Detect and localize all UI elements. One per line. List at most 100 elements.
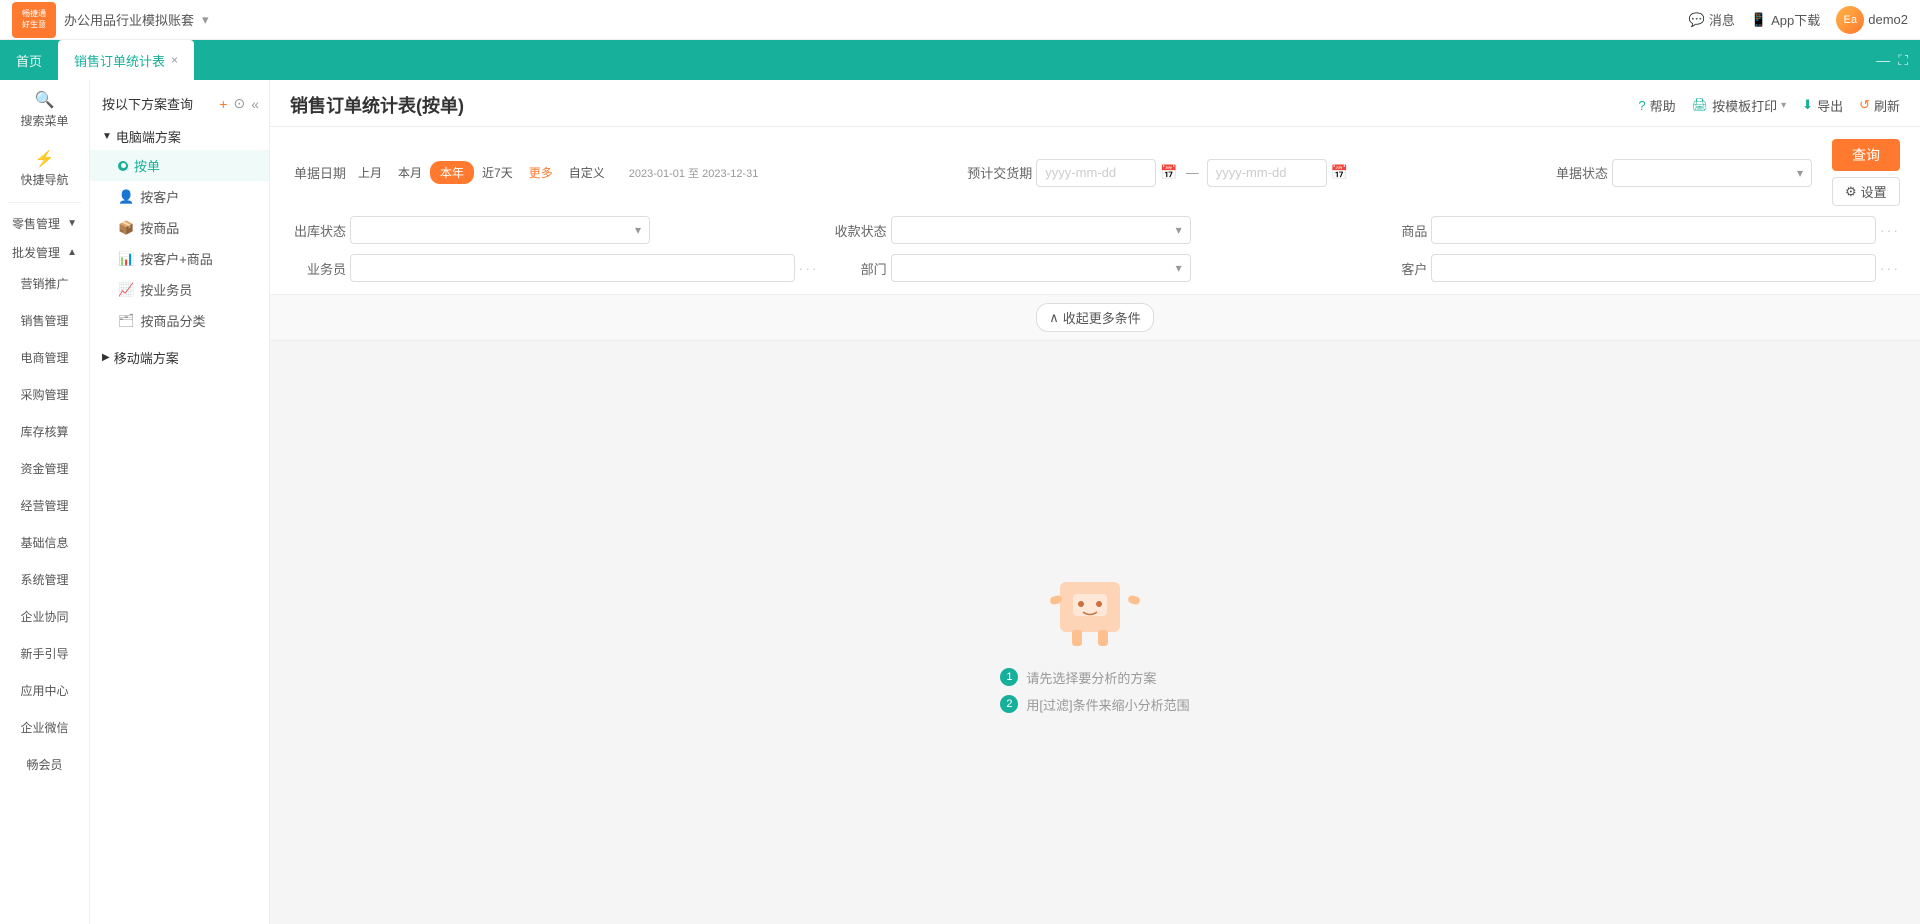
export-btn[interactable]: ⬇ 导出 [1802, 96, 1843, 115]
quick-nav-icon: ⚡ [35, 149, 55, 169]
scheme-category-mobile-title[interactable]: ▶ 移动端方案 [90, 344, 269, 371]
sidebar-wholesale-arrow: ▲ [67, 247, 77, 258]
payment-select[interactable]: ▾ [891, 216, 1191, 244]
scheme-item-label: 按商品分类 [141, 311, 206, 330]
hint-num-1: 1 [1000, 668, 1018, 686]
scheme-item-by-customer[interactable]: 👤 按客户 [90, 181, 269, 212]
tab-close-icon[interactable]: × [171, 53, 178, 67]
sidebar-enterprise-label: 企业协同 [20, 608, 68, 625]
sidebar-item-marketing[interactable]: 营销推广 [4, 267, 85, 300]
scheme-add-icon[interactable]: + [219, 96, 227, 112]
active-dot [118, 161, 128, 171]
user-profile[interactable]: Ea demo2 [1836, 6, 1908, 34]
topbar-right: 💬 消息 📱 App下载 Ea demo2 [1689, 6, 1908, 34]
maximize-icon[interactable]: ⛶ [1898, 52, 1908, 69]
status-select[interactable]: ▾ [1612, 159, 1812, 187]
goods-input[interactable] [1431, 216, 1876, 244]
refresh-btn[interactable]: ↺ 刷新 [1859, 96, 1900, 115]
goods-more-icon[interactable]: ··· [1880, 222, 1900, 238]
filter-shipment-col: 出库状态 ▾ [290, 216, 819, 244]
collapse-bar: ∧ 收起更多条件 [270, 295, 1920, 341]
customer-more-icon[interactable]: ··· [1880, 260, 1900, 276]
date-last-month[interactable]: 上月 [350, 161, 390, 184]
calendar-icon-2[interactable]: 📅 [1331, 164, 1348, 181]
sidebar-newbie-label: 新手引导 [20, 645, 68, 662]
date-7days[interactable]: 近7天 [474, 161, 521, 184]
scheme-item-by-category[interactable]: 🗂 按商品分类 [90, 305, 269, 336]
tab-home[interactable]: 首页 [0, 40, 58, 80]
sidebar-item-system[interactable]: 系统管理 [4, 563, 85, 596]
sidebar-sales-label: 销售管理 [20, 312, 68, 329]
filter-status-col: 单据状态 ▾ [1552, 159, 1812, 187]
sidebar-item-inventory[interactable]: 库存核算 [4, 415, 85, 448]
sidebar-item-quick-nav[interactable]: ⚡ 快捷导航 [4, 141, 85, 196]
sidebar-item-enterprise[interactable]: 企业协同 [4, 600, 85, 633]
date-this-month[interactable]: 本月 [390, 161, 430, 184]
app-download-btn[interactable]: 📱 App下载 [1751, 10, 1820, 29]
scheme-category-mobile: ▶ 移动端方案 [90, 340, 269, 375]
shipment-dropdown-arrow: ▾ [635, 223, 641, 237]
help-btn[interactable]: ? 帮助 [1638, 96, 1675, 115]
scheme-item-by-order[interactable]: 按单 [90, 150, 269, 181]
salesman-more-icon[interactable]: ··· [799, 260, 819, 276]
filter-date-col: 单据日期 上月 本月 本年 近7天 更多 自定义 [290, 161, 613, 184]
sidebar-finance-label: 资金管理 [20, 460, 68, 477]
topbar-left: 畅捷通好生意 办公用品行业模拟账套 ▾ [12, 2, 209, 38]
print-btn[interactable]: 🖨 按模板打印 ▾ [1692, 96, 1787, 115]
payment-label: 收款状态 [831, 221, 887, 240]
sidebar-item-ecommerce[interactable]: 电商管理 [4, 341, 85, 374]
query-btn-area: 查询 ⚙ 设置 [1824, 139, 1900, 206]
sidebar-item-operations[interactable]: 经营管理 [4, 489, 85, 522]
message-btn[interactable]: 💬 消息 [1689, 10, 1735, 29]
sidebar-item-wechat[interactable]: 企业微信 [4, 711, 85, 744]
query-btn[interactable]: 查询 [1832, 139, 1900, 171]
sidebar-item-search[interactable]: 🔍 搜索菜单 [4, 82, 85, 137]
scheme-category-pc-title[interactable]: ▼ 电脑端方案 [90, 123, 269, 150]
sidebar-system-label: 系统管理 [20, 571, 68, 588]
sidebar-item-wholesale[interactable]: 批发管理 ▲ [0, 236, 89, 265]
sidebar-item-finance[interactable]: 资金管理 [4, 452, 85, 485]
minimize-icon[interactable]: — [1876, 52, 1890, 68]
date-more[interactable]: 更多 [521, 161, 561, 184]
tab-active[interactable]: 销售订单统计表 × [58, 40, 194, 80]
tab-active-label: 销售订单统计表 [74, 51, 165, 70]
sidebar-item-purchase[interactable]: 采购管理 [4, 378, 85, 411]
salesman-input[interactable] [350, 254, 795, 282]
avatar: Ea [1836, 6, 1864, 34]
scheme-settings-icon[interactable]: ⊙ [233, 95, 245, 112]
filter-row-2: 出库状态 ▾ 收款状态 ▾ 商品 [290, 216, 1900, 244]
date-this-year[interactable]: 本年 [430, 161, 474, 184]
expected-date-label: 预计交货期 [962, 163, 1032, 182]
status-dropdown-arrow: ▾ [1797, 166, 1803, 180]
collapse-btn[interactable]: ∧ 收起更多条件 [1036, 303, 1154, 332]
date-custom[interactable]: 自定义 [561, 161, 613, 184]
customer-input[interactable] [1431, 254, 1876, 282]
customer-label: 客户 [1371, 259, 1427, 278]
scheme-item-label: 按商品 [140, 218, 179, 237]
print-label: 按模板打印 [1712, 96, 1777, 115]
shipment-select[interactable]: ▾ [350, 216, 650, 244]
print-arrow: ▾ [1781, 100, 1786, 111]
collapse-chevron-icon: ∧ [1049, 310, 1059, 326]
sidebar-item-member[interactable]: 畅会员 [4, 748, 85, 781]
sidebar-wechat-label: 企业微信 [20, 719, 68, 736]
sidebar-item-newbie[interactable]: 新手引导 [4, 637, 85, 670]
sidebar-item-retail[interactable]: 零售管理 ▼ [0, 207, 89, 236]
scheme-item-by-goods[interactable]: 📦 按商品 [90, 212, 269, 243]
scheme-collapse-icon[interactable]: « [251, 96, 259, 112]
content: 按以下方案查询 + ⊙ « ▼ 电脑端方案 按单 [90, 80, 1920, 924]
sidebar-item-basic[interactable]: 基础信息 [4, 526, 85, 559]
app-dropdown-icon[interactable]: ▾ [202, 12, 209, 28]
scheme-item-by-salesman[interactable]: 📈 按业务员 [90, 274, 269, 305]
help-label: 帮助 [1650, 96, 1676, 115]
dept-select[interactable]: ▾ [891, 254, 1191, 282]
calendar-icon-1[interactable]: 📅 [1160, 164, 1177, 181]
expected-date-start[interactable] [1036, 159, 1156, 187]
help-icon: ? [1638, 98, 1645, 113]
sidebar-item-sales[interactable]: 销售管理 [4, 304, 85, 337]
expected-date-end[interactable] [1207, 159, 1327, 187]
settings-btn[interactable]: ⚙ 设置 [1832, 177, 1900, 206]
empty-hint-1: 1 请先选择要分析的方案 [1000, 668, 1189, 687]
sidebar-item-appstore[interactable]: 应用中心 [4, 674, 85, 707]
scheme-item-by-cus-goods[interactable]: 📊 按客户+商品 [90, 243, 269, 274]
